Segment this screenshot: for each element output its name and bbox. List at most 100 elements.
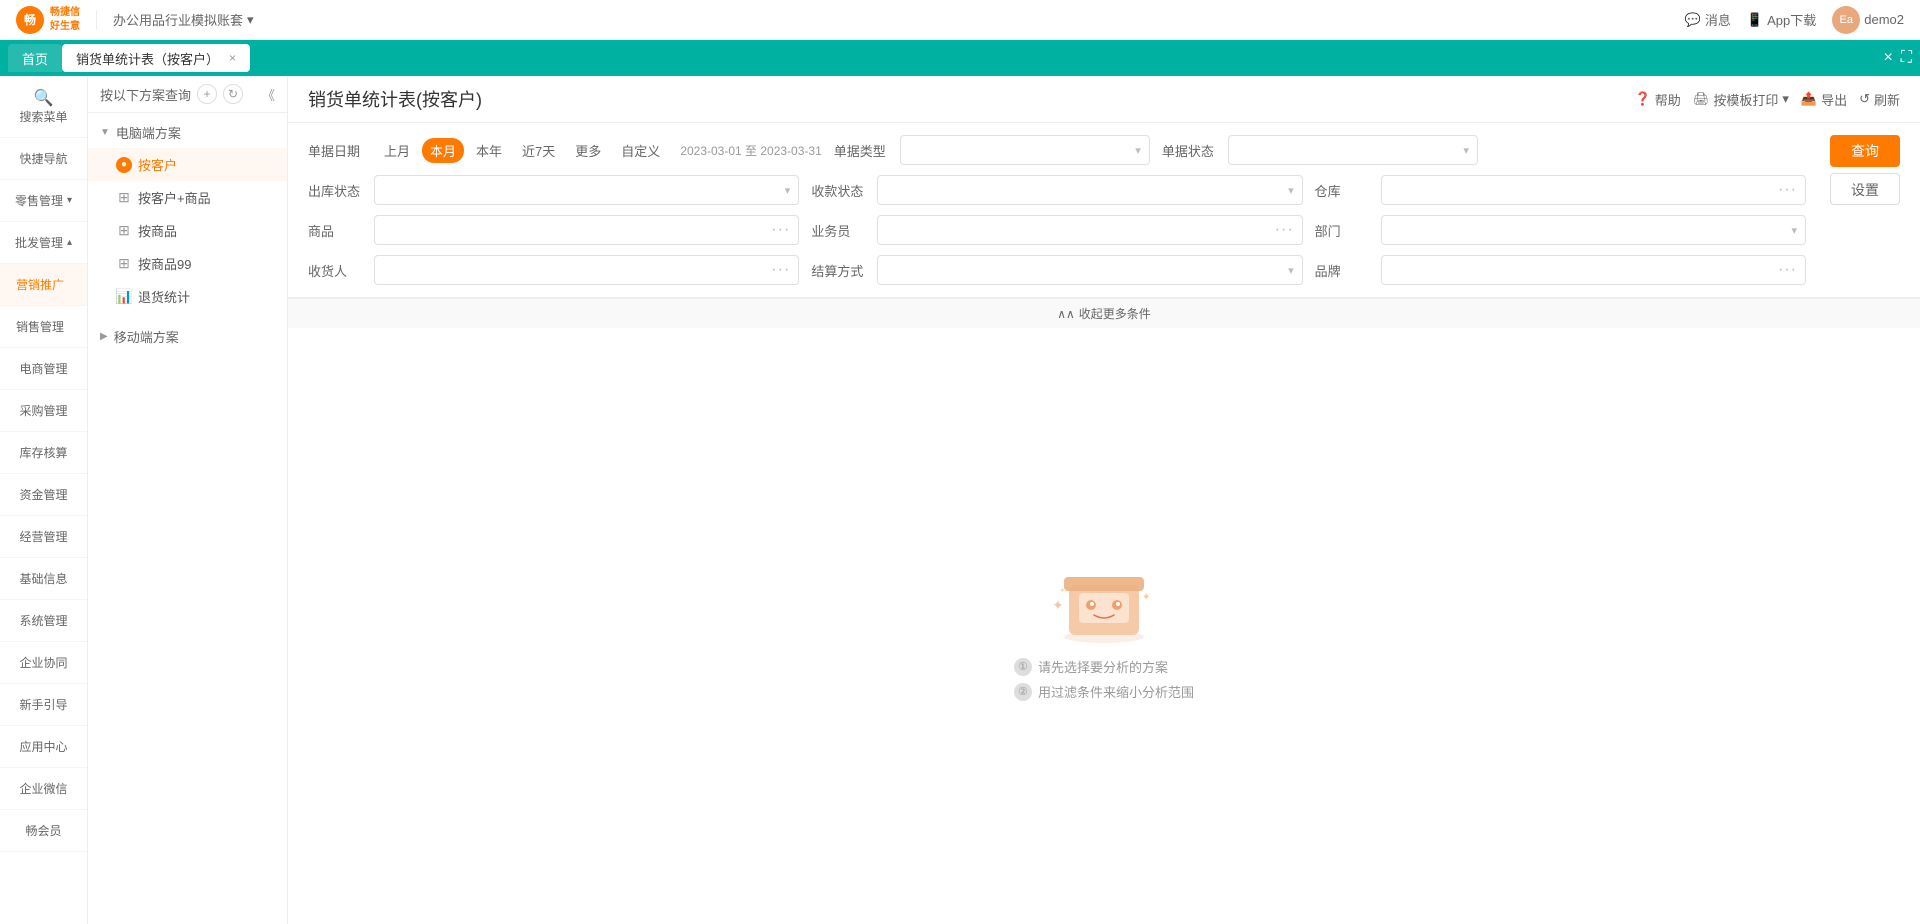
sidebar-item-sysadmin[interactable]: 系统管理	[0, 600, 87, 642]
product-label: 商品	[308, 221, 368, 240]
scheme-group-mobile-title[interactable]: ▶ 移动端方案	[88, 321, 287, 352]
sidebar-item-newbie-label: 新手引导	[19, 698, 67, 712]
salesperson-filter: 业务员 ···	[811, 215, 1302, 245]
left-panel: 按以下方案查询 + ↻ 《 ▼ 电脑端方案 ● 按客户 ⊞ 按客户+商品	[88, 76, 288, 924]
tab-maximize-action[interactable]: ⛶	[1901, 49, 1912, 67]
help-btn[interactable]: ❓ 帮助	[1635, 90, 1681, 109]
date-tab-last-month[interactable]: 上月	[376, 138, 418, 163]
sidebar-item-operations[interactable]: 经营管理	[0, 516, 87, 558]
sidebar-item-ecommerce-label: 电商管理	[19, 362, 67, 376]
app-download-btn[interactable]: 📱 App下载	[1747, 10, 1816, 29]
group-arrow-icon: ▼	[100, 127, 110, 138]
sidebar-item-quicknav[interactable]: 快捷导航	[0, 138, 87, 180]
sidebar-item-sales[interactable]: 销售管理	[0, 306, 87, 348]
receipt-status-control[interactable]: ▾	[877, 175, 1302, 205]
product-control[interactable]: ···	[374, 215, 799, 245]
date-tab-last-7-days[interactable]: 近7天	[514, 138, 563, 163]
salesperson-dots-icon: ···	[1275, 221, 1294, 239]
refresh-scheme-btn[interactable]: ↻	[223, 84, 243, 104]
date-tab-more[interactable]: 更多	[567, 138, 609, 163]
doc-type-control[interactable]: ▾	[900, 135, 1150, 165]
sidebar: 🔍 搜索菜单 快捷导航 零售管理 ▾ 批发管理 ▴ 营销推广 销售管理 电商管理…	[0, 76, 88, 924]
sidebar-item-wholesale[interactable]: 批发管理 ▴	[0, 222, 87, 264]
scheme-group-mobile: ▶ 移动端方案	[88, 317, 287, 356]
sidebar-item-basicinfo[interactable]: 基础信息	[0, 558, 87, 600]
collapse-label: 收起更多条件	[1079, 305, 1151, 322]
recipient-control[interactable]: ···	[374, 255, 799, 285]
tab-home[interactable]: 首页	[8, 44, 62, 72]
hint-list: ① 请先选择要分析的方案 ② 用过滤条件来缩小分析范围	[1014, 657, 1194, 707]
recipient-dots-icon: ···	[771, 261, 790, 279]
scheme-item-by-product[interactable]: ⊞ 按商品	[88, 214, 287, 247]
top-bar-left: 畅 畅捷信 好生意 办公用品行业模拟账套 ▾	[16, 6, 254, 34]
sidebar-item-retail[interactable]: 零售管理 ▾	[0, 180, 87, 222]
sidebar-item-sales-label: 销售管理	[16, 320, 64, 334]
salesperson-control[interactable]: ···	[877, 215, 1302, 245]
scheme-by-customer-product-label: 按客户+商品	[138, 188, 211, 207]
doc-status-control[interactable]: ▾	[1228, 135, 1478, 165]
filter-row-3: 商品 ··· 业务员 ···	[308, 215, 1806, 245]
sidebar-item-ecommerce[interactable]: 电商管理	[0, 348, 87, 390]
print-template-btn[interactable]: 🖨 按模板打印 ▾	[1693, 90, 1789, 109]
collapse-row[interactable]: ∧∧ 收起更多条件	[288, 298, 1920, 328]
sidebar-item-marketing[interactable]: 营销推广	[0, 264, 87, 306]
refresh-btn[interactable]: ↺ 刷新	[1859, 90, 1900, 109]
hint-item-2: ② 用过滤条件来缩小分析范围	[1014, 682, 1194, 701]
brand-control[interactable]: ···	[1381, 255, 1806, 285]
help-icon: ❓	[1635, 91, 1651, 107]
receipt-status-dropdown-icon: ▾	[1288, 184, 1294, 197]
hint-num-1: ①	[1014, 658, 1032, 676]
tab-close-btn[interactable]: ×	[229, 51, 236, 65]
recipient-filter: 收货人 ···	[308, 255, 799, 285]
tab-home-label: 首页	[22, 49, 48, 68]
sidebar-item-search-label: 搜索菜单	[4, 108, 83, 125]
sidebar-item-newbie[interactable]: 新手引导	[0, 684, 87, 726]
svg-text:✦: ✦	[1052, 597, 1064, 613]
sidebar-item-inventory[interactable]: 库存核算	[0, 432, 87, 474]
sidebar-item-wechat[interactable]: 企业微信	[0, 768, 87, 810]
sidebar-item-member[interactable]: 畅会员	[0, 810, 87, 852]
scheme-item-by-product-99[interactable]: ⊞ 按商品99	[88, 247, 287, 280]
scheme-item-return-stats[interactable]: 📊 退货统计	[88, 280, 287, 313]
query-button[interactable]: 查询	[1830, 135, 1900, 167]
sidebar-item-finance[interactable]: 资金管理	[0, 474, 87, 516]
export-btn[interactable]: 📤 导出	[1801, 90, 1847, 109]
tab-close-action[interactable]: ×	[1883, 49, 1892, 67]
department-control[interactable]: ▾	[1381, 215, 1806, 245]
tab-sales-stat[interactable]: 销货单统计表（按客户） ×	[62, 44, 250, 72]
sidebar-item-finance-label: 资金管理	[19, 488, 67, 502]
settlement-label: 结算方式	[811, 261, 871, 280]
scheme-return-stats-label: 退货统计	[138, 287, 190, 306]
messages-btn[interactable]: 💬 消息	[1685, 10, 1731, 29]
out-status-label: 出库状态	[308, 181, 368, 200]
warehouse-dots-icon: ···	[1778, 181, 1797, 199]
left-panel-header: 按以下方案查询 + ↻ 《	[88, 76, 287, 113]
user-area[interactable]: Ea demo2	[1832, 6, 1904, 34]
scheme-group-desktop-title[interactable]: ▼ 电脑端方案	[88, 117, 287, 148]
warehouse-control[interactable]: ···	[1381, 175, 1806, 205]
right-panel: 销货单统计表(按客户) ❓ 帮助 🖨 按模板打印 ▾ 📤 导出	[288, 76, 1920, 924]
sidebar-item-retail-label: 零售管理	[15, 192, 63, 209]
date-tab-this-year[interactable]: 本年	[468, 138, 510, 163]
sidebar-item-search[interactable]: 🔍 搜索菜单	[0, 76, 87, 138]
date-range-text: 2023-03-01 至 2023-03-31	[680, 142, 821, 159]
filter-content: 单据日期 上月 本月 本年 近7天 更多 自定义 2023-03-01 至 20…	[308, 135, 1900, 285]
add-scheme-btn[interactable]: +	[197, 84, 217, 104]
brand-filter: 品牌 ···	[1315, 255, 1806, 285]
top-bar: 畅 畅捷信 好生意 办公用品行业模拟账套 ▾ 💬 消息 📱 App下载 Ea d…	[0, 0, 1920, 40]
date-tab-this-month[interactable]: 本月	[422, 138, 464, 163]
out-status-dropdown-icon: ▾	[785, 184, 791, 197]
settlement-control[interactable]: ▾	[877, 255, 1302, 285]
export-label: 导出	[1821, 90, 1847, 109]
date-tab-custom[interactable]: 自定义	[613, 138, 668, 163]
logo-icon: 畅	[16, 6, 44, 34]
settings-button[interactable]: 设置	[1830, 173, 1900, 205]
scheme-item-by-customer[interactable]: ● 按客户	[88, 148, 287, 181]
sidebar-item-appcenter[interactable]: 应用中心	[0, 726, 87, 768]
scheme-item-by-customer-product[interactable]: ⊞ 按客户+商品	[88, 181, 287, 214]
app-download-label: App下载	[1767, 10, 1816, 29]
sidebar-item-purchase[interactable]: 采购管理	[0, 390, 87, 432]
collapse-panel-btn[interactable]: 《	[262, 85, 275, 104]
sidebar-item-enterprise[interactable]: 企业协同	[0, 642, 87, 684]
out-status-control[interactable]: ▾	[374, 175, 799, 205]
